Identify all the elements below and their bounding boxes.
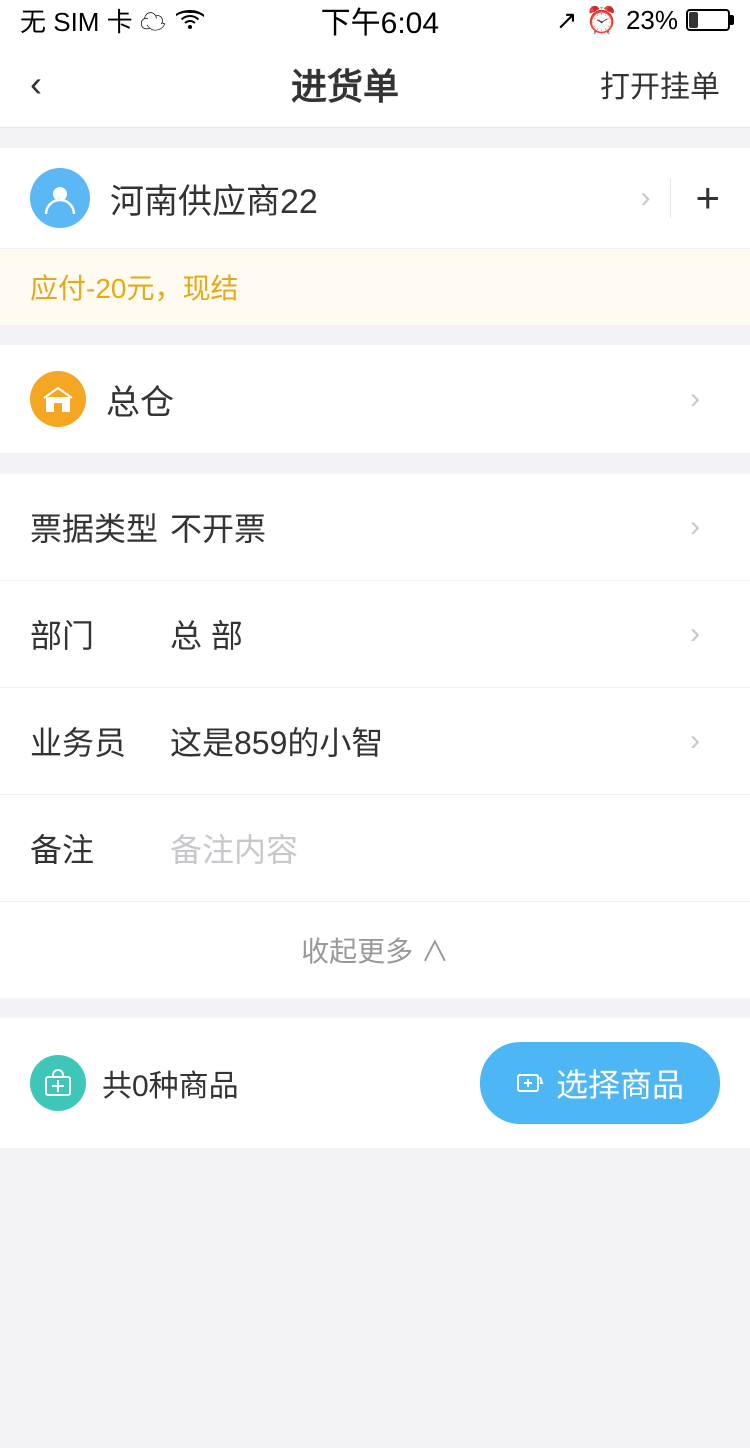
back-button[interactable]: ‹: [30, 63, 90, 105]
warehouse-row[interactable]: 总仓 ›: [0, 345, 750, 454]
battery-icon: [686, 9, 730, 31]
gap-3: [0, 454, 750, 474]
product-count-text: 共0种商品: [102, 1061, 239, 1105]
remark-input[interactable]: 备注内容: [170, 825, 720, 871]
warehouse-chevron-icon: ›: [690, 382, 700, 416]
supplier-name: 河南供应商22: [110, 174, 640, 223]
notice-text: 应付-20元，现结: [30, 273, 238, 304]
ticket-type-value: 不开票: [170, 504, 690, 550]
location-icon: ↗: [556, 5, 578, 36]
wifi-icon: [176, 5, 204, 36]
warehouse-name: 总仓: [106, 375, 690, 424]
supplier-chevron-icon: ›: [640, 181, 650, 215]
notice-bar: 应付-20元，现结: [0, 249, 750, 325]
ticket-type-row[interactable]: 票据类型 不开票 ›: [0, 474, 750, 581]
department-chevron-icon: ›: [690, 617, 700, 651]
select-product-label: 选择商品: [556, 1060, 684, 1106]
remark-label: 备注: [30, 825, 170, 871]
ticket-type-label: 票据类型: [30, 504, 170, 550]
add-supplier-button[interactable]: +: [695, 174, 720, 222]
alarm-icon: ⏰: [586, 5, 618, 36]
remaining-space: [0, 1148, 750, 1448]
fields-section: 票据类型 不开票 › 部门 总 部 › 业务员 这是859的小智 › 备注 备注…: [0, 474, 750, 998]
supplier-avatar: [30, 168, 90, 228]
department-row[interactable]: 部门 总 部 ›: [0, 581, 750, 688]
salesperson-chevron-icon: ›: [690, 724, 700, 758]
salesperson-value: 这是859的小智: [170, 718, 690, 764]
open-pending-button[interactable]: 打开挂单: [600, 62, 720, 106]
department-label: 部门: [30, 611, 170, 657]
select-product-button[interactable]: 选择商品: [480, 1042, 720, 1124]
salesperson-row[interactable]: 业务员 这是859的小智 ›: [0, 688, 750, 795]
status-time: 下午6:04: [321, 0, 439, 42]
collapse-row[interactable]: 收起更多 ∧: [0, 902, 750, 998]
nav-bar: ‹ 进货单 打开挂单: [0, 40, 750, 128]
status-bar: 无 SIM 卡 ☁ 下午6:04 ↗ ⏰ 23%: [0, 0, 750, 40]
status-bar-left: 无 SIM 卡 ☁: [20, 2, 204, 39]
department-value: 总 部: [170, 611, 690, 657]
supplier-section: 河南供应商22 › + 应付-20元，现结: [0, 148, 750, 325]
warehouse-icon-bg: [30, 371, 86, 427]
bottom-bar: 共0种商品 选择商品: [0, 1018, 750, 1148]
status-bar-right: ↗ ⏰ 23%: [556, 5, 730, 36]
gap-1: [0, 128, 750, 148]
page-title: 进货单: [291, 58, 399, 110]
product-count-left: 共0种商品: [30, 1055, 239, 1111]
product-icon-bg: [30, 1055, 86, 1111]
supplier-row[interactable]: 河南供应商22 › +: [0, 148, 750, 249]
divider: [670, 178, 671, 218]
warehouse-section: 总仓 ›: [0, 345, 750, 454]
ticket-type-chevron-icon: ›: [690, 510, 700, 544]
salesperson-label: 业务员: [30, 718, 170, 764]
gap-2: [0, 325, 750, 345]
sim-status: 无 SIM 卡 ☁: [20, 2, 166, 39]
collapse-label: 收起更多 ∧: [301, 930, 449, 970]
battery-percent: 23%: [626, 5, 678, 36]
remark-row[interactable]: 备注 备注内容: [0, 795, 750, 902]
